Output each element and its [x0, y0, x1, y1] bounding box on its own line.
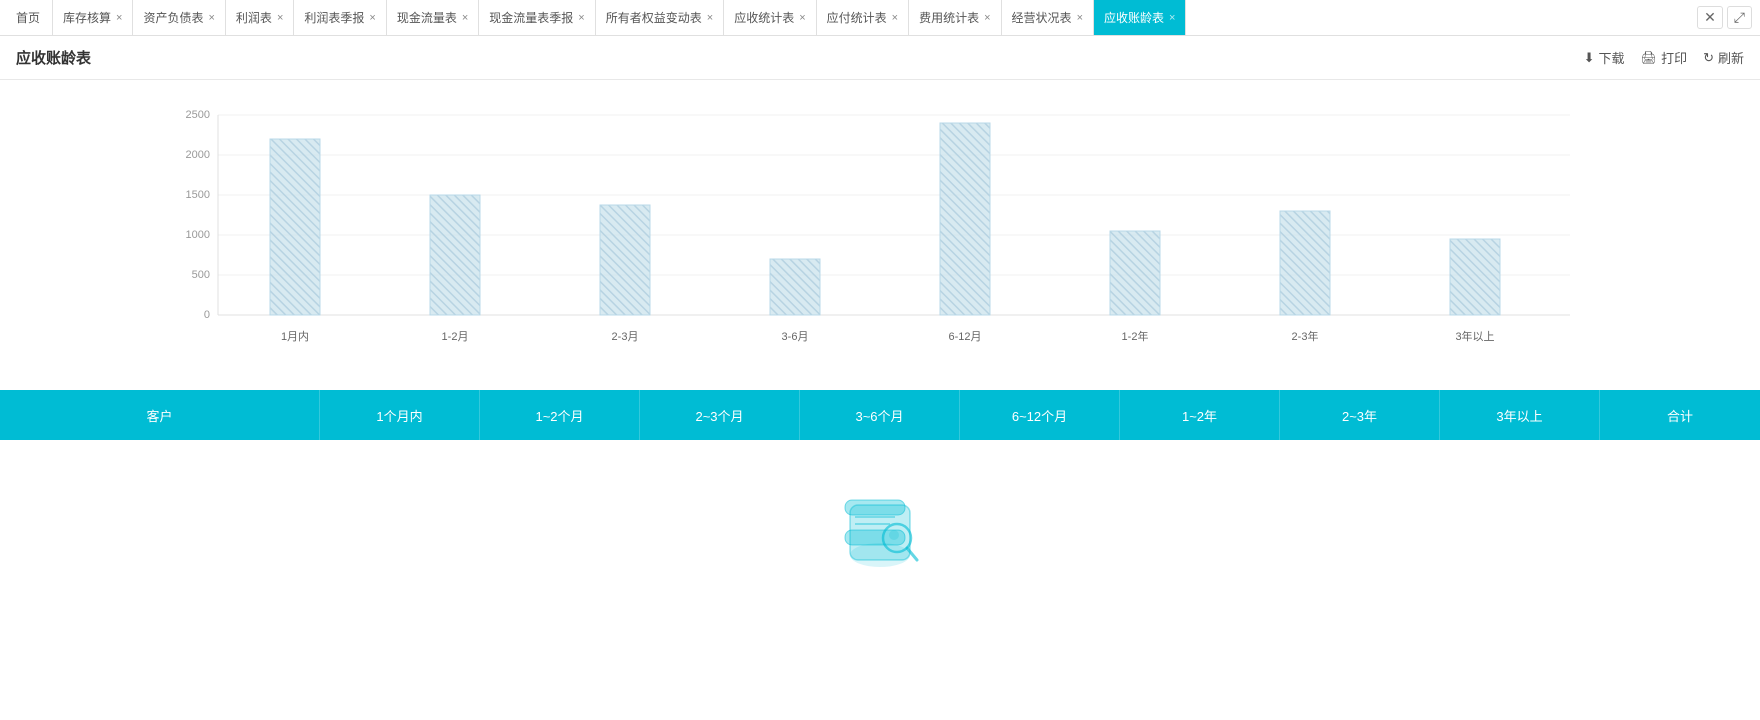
empty-state — [0, 440, 1760, 720]
chart-area: 2500 2000 1500 1000 500 0 — [0, 80, 1760, 390]
svg-text:3年以上: 3年以上 — [1455, 329, 1494, 343]
tab-close-icon[interactable]: × — [799, 12, 805, 24]
window-maximize-button[interactable]: ⤢ — [1727, 6, 1752, 29]
refresh-label: 刷新 — [1718, 48, 1744, 67]
svg-text:500: 500 — [192, 269, 210, 281]
refresh-icon: ↻ — [1703, 50, 1714, 66]
tab-label: 资产负债表 — [143, 9, 203, 26]
tab-profit-loss[interactable]: 利润表 × — [226, 0, 294, 36]
svg-text:1500: 1500 — [186, 189, 210, 201]
tab-bar-actions: ✕ ⤢ — [1697, 6, 1756, 29]
tab-label: 现金流量表季报 — [489, 9, 573, 26]
tab-ap-stats[interactable]: 应付统计表 × — [817, 0, 909, 36]
tab-close-icon[interactable]: × — [369, 12, 375, 24]
tab-home[interactable]: 首页 — [4, 0, 53, 36]
table-header-cell: 2~3个月 — [640, 390, 800, 440]
tab-cashflow-quarterly[interactable]: 现金流量表季报 × — [479, 0, 595, 36]
tab-inventory[interactable]: 库存核算 × — [53, 0, 133, 36]
print-label: 打印 — [1661, 48, 1687, 67]
tab-close-icon[interactable]: × — [277, 12, 283, 24]
tab-cashflow[interactable]: 现金流量表 × — [387, 0, 479, 36]
tab-expense-stats[interactable]: 费用统计表 × — [909, 0, 1001, 36]
tab-label: 利润表季报 — [304, 9, 364, 26]
tab-ar-stats[interactable]: 应收统计表 × — [724, 0, 816, 36]
bar-2-3year — [1280, 211, 1330, 315]
bar-2-3month — [600, 205, 650, 315]
print-button[interactable]: 🖨 打印 — [1641, 48, 1688, 67]
table-header-cell: 3~6个月 — [800, 390, 960, 440]
tab-close-icon[interactable]: × — [578, 12, 584, 24]
tab-close-icon[interactable]: × — [462, 12, 468, 24]
tab-label: 应收统计表 — [734, 9, 794, 26]
svg-text:2000: 2000 — [186, 149, 210, 161]
tab-label: 库存核算 — [63, 9, 111, 26]
tab-close-icon[interactable]: × — [116, 12, 122, 24]
refresh-button[interactable]: ↻ 刷新 — [1703, 48, 1744, 67]
table-header-cell: 2~3年 — [1280, 390, 1440, 440]
tab-label: 应付统计表 — [827, 9, 887, 26]
svg-text:1-2月: 1-2月 — [442, 331, 469, 343]
tab-label: 利润表 — [236, 9, 272, 26]
tab-label: 所有者权益变动表 — [606, 9, 702, 26]
tab-close-icon[interactable]: × — [208, 12, 214, 24]
table-header-cell: 1~2年 — [1120, 390, 1280, 440]
tab-equity[interactable]: 所有者权益变动表 × — [596, 0, 724, 36]
table-header-cell: 3年以上 — [1440, 390, 1600, 440]
download-label: 下载 — [1599, 48, 1625, 67]
bar-6-12month — [940, 123, 990, 315]
main-content: 2500 2000 1500 1000 500 0 — [0, 80, 1760, 720]
tab-operations[interactable]: 经营状况表 × — [1002, 0, 1094, 36]
tab-label: 费用统计表 — [919, 9, 979, 26]
svg-text:6-12月: 6-12月 — [948, 331, 981, 343]
tab-label: 应收账龄表 — [1104, 9, 1164, 26]
page-header: 应收账龄表 ⬇ 下载 🖨 打印 ↻ 刷新 — [0, 36, 1760, 80]
tab-balance-sheet[interactable]: 资产负债表 × — [133, 0, 225, 36]
page-title: 应收账龄表 — [16, 47, 91, 68]
download-button[interactable]: ⬇ 下载 — [1584, 48, 1625, 67]
tab-profit-quarterly[interactable]: 利润表季报 × — [294, 0, 386, 36]
table-header-cell: 1个月内 — [320, 390, 480, 440]
tab-close-icon[interactable]: × — [707, 12, 713, 24]
svg-text:3-6月: 3-6月 — [782, 331, 809, 343]
svg-text:1000: 1000 — [186, 229, 210, 241]
table-header: 客户1个月内1~2个月2~3个月3~6个月6~12个月1~2年2~3年3年以上合… — [0, 390, 1760, 440]
table-header-cell: 1~2个月 — [480, 390, 640, 440]
window-close-button[interactable]: ✕ — [1697, 6, 1723, 29]
tab-close-icon[interactable]: × — [984, 12, 990, 24]
bar-1month — [270, 139, 320, 315]
bar-chart-svg: 2500 2000 1500 1000 500 0 — [40, 100, 1720, 370]
bar-1-2month — [430, 195, 480, 315]
svg-text:0: 0 — [204, 309, 210, 321]
download-icon: ⬇ — [1584, 50, 1595, 66]
bar-1-2year — [1110, 231, 1160, 315]
tab-bar: 首页 库存核算×资产负债表×利润表×利润表季报×现金流量表×现金流量表季报×所有… — [0, 0, 1760, 36]
tab-close-icon[interactable]: × — [1169, 12, 1175, 24]
svg-text:1-2年: 1-2年 — [1122, 329, 1149, 343]
svg-text:1月内: 1月内 — [281, 329, 309, 343]
table-header-cell: 合计 — [1600, 390, 1760, 440]
page-actions: ⬇ 下载 🖨 打印 ↻ 刷新 — [1584, 48, 1744, 67]
tab-ar-aging[interactable]: 应收账龄表 × — [1094, 0, 1186, 36]
empty-state-icon — [825, 470, 935, 580]
tab-close-icon[interactable]: × — [892, 12, 898, 24]
svg-text:2-3年: 2-3年 — [1292, 329, 1319, 343]
bar-3-6month — [770, 259, 820, 315]
tab-close-icon[interactable]: × — [1077, 12, 1083, 24]
svg-text:2-3月: 2-3月 — [612, 331, 639, 343]
bar-3plus-year — [1450, 239, 1500, 315]
tab-label: 经营状况表 — [1012, 9, 1072, 26]
tab-home-label: 首页 — [16, 9, 40, 26]
svg-text:2500: 2500 — [186, 109, 210, 121]
tab-label: 现金流量表 — [397, 9, 457, 26]
table-header-cell: 6~12个月 — [960, 390, 1120, 440]
print-icon: 🖨 — [1641, 50, 1658, 66]
table-header-cell: 客户 — [0, 390, 320, 440]
